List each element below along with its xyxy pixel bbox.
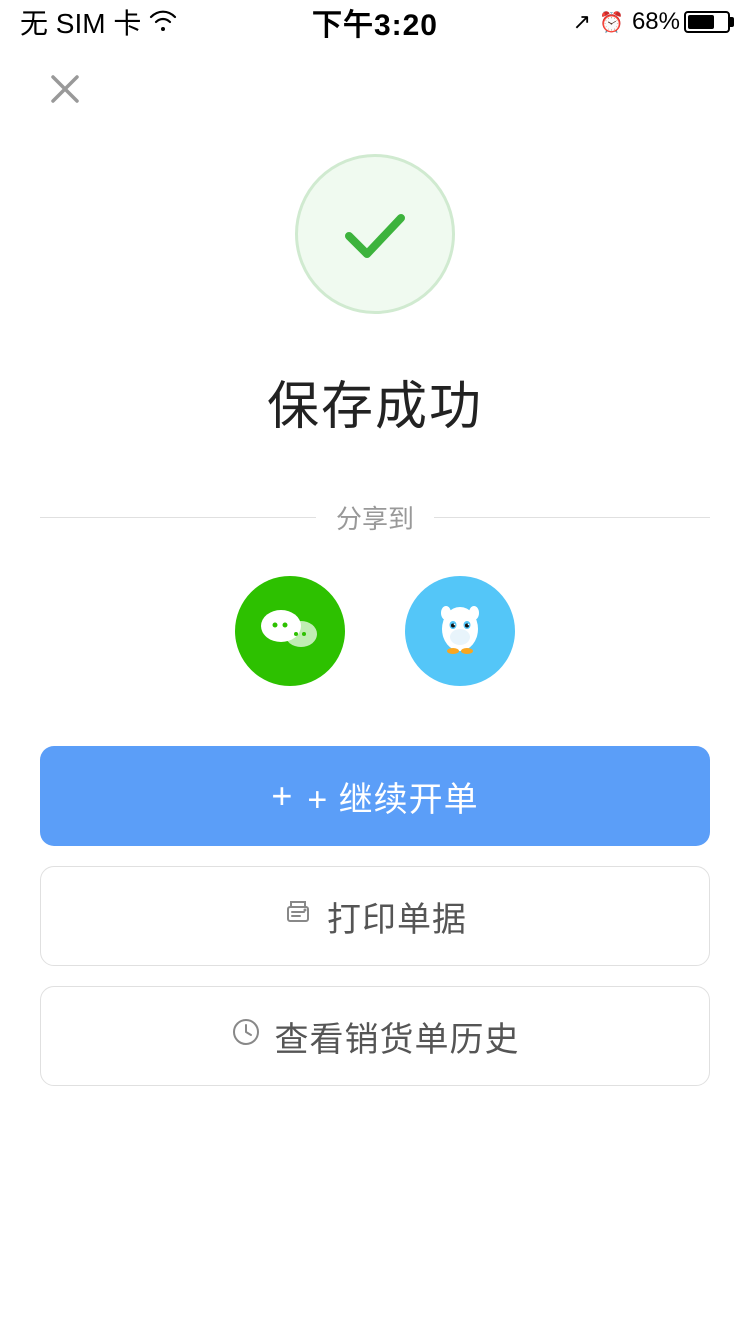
close-icon (47, 71, 83, 107)
carrier-text: 无 SIM 卡 (20, 2, 141, 42)
status-right-icons: ↗ ⏰ 68% (573, 8, 730, 36)
status-bar: 无 SIM 卡 下午3:20 ↗ ⏰ 68% (0, 0, 750, 44)
location-icon: ↗ (573, 9, 591, 35)
battery-indicator: 68% (632, 8, 730, 36)
carrier-info: 无 SIM 卡 (20, 2, 177, 42)
share-divider-row: 分享到 (40, 499, 710, 536)
battery-bar (684, 11, 730, 33)
continue-button[interactable]: + + 继续开单 (40, 746, 710, 846)
success-title: 保存成功 (267, 364, 483, 439)
alarm-icon: ⏰ (599, 10, 624, 35)
success-circle (295, 154, 455, 314)
divider-right (434, 517, 710, 518)
actions-section: + + 继续开单 打印单据 (40, 746, 710, 1086)
share-icons-row (235, 576, 515, 686)
print-icon (283, 897, 313, 936)
print-button[interactable]: 打印单据 (40, 866, 710, 966)
qq-share-button[interactable] (405, 576, 515, 686)
print-label: 打印单据 (327, 892, 467, 941)
share-label: 分享到 (336, 499, 414, 536)
qq-icon (428, 599, 493, 664)
wechat-share-button[interactable] (235, 576, 345, 686)
wifi-icon (149, 6, 177, 38)
battery-fill (688, 15, 714, 29)
continue-plus-icon: + (271, 775, 293, 817)
share-section: 分享到 (40, 499, 710, 686)
history-icon (231, 1017, 261, 1056)
current-time: 下午3:20 (312, 0, 438, 44)
history-label: 查看销货单历史 (275, 1012, 520, 1061)
checkmark-icon (335, 194, 415, 274)
close-button[interactable] (40, 64, 90, 114)
battery-percentage: 68% (632, 8, 680, 36)
divider-left (40, 517, 316, 518)
continue-label: + 继续开单 (307, 772, 478, 821)
page-content: 保存成功 分享到 (0, 44, 750, 1334)
wechat-icon (255, 596, 325, 666)
history-button[interactable]: 查看销货单历史 (40, 986, 710, 1086)
